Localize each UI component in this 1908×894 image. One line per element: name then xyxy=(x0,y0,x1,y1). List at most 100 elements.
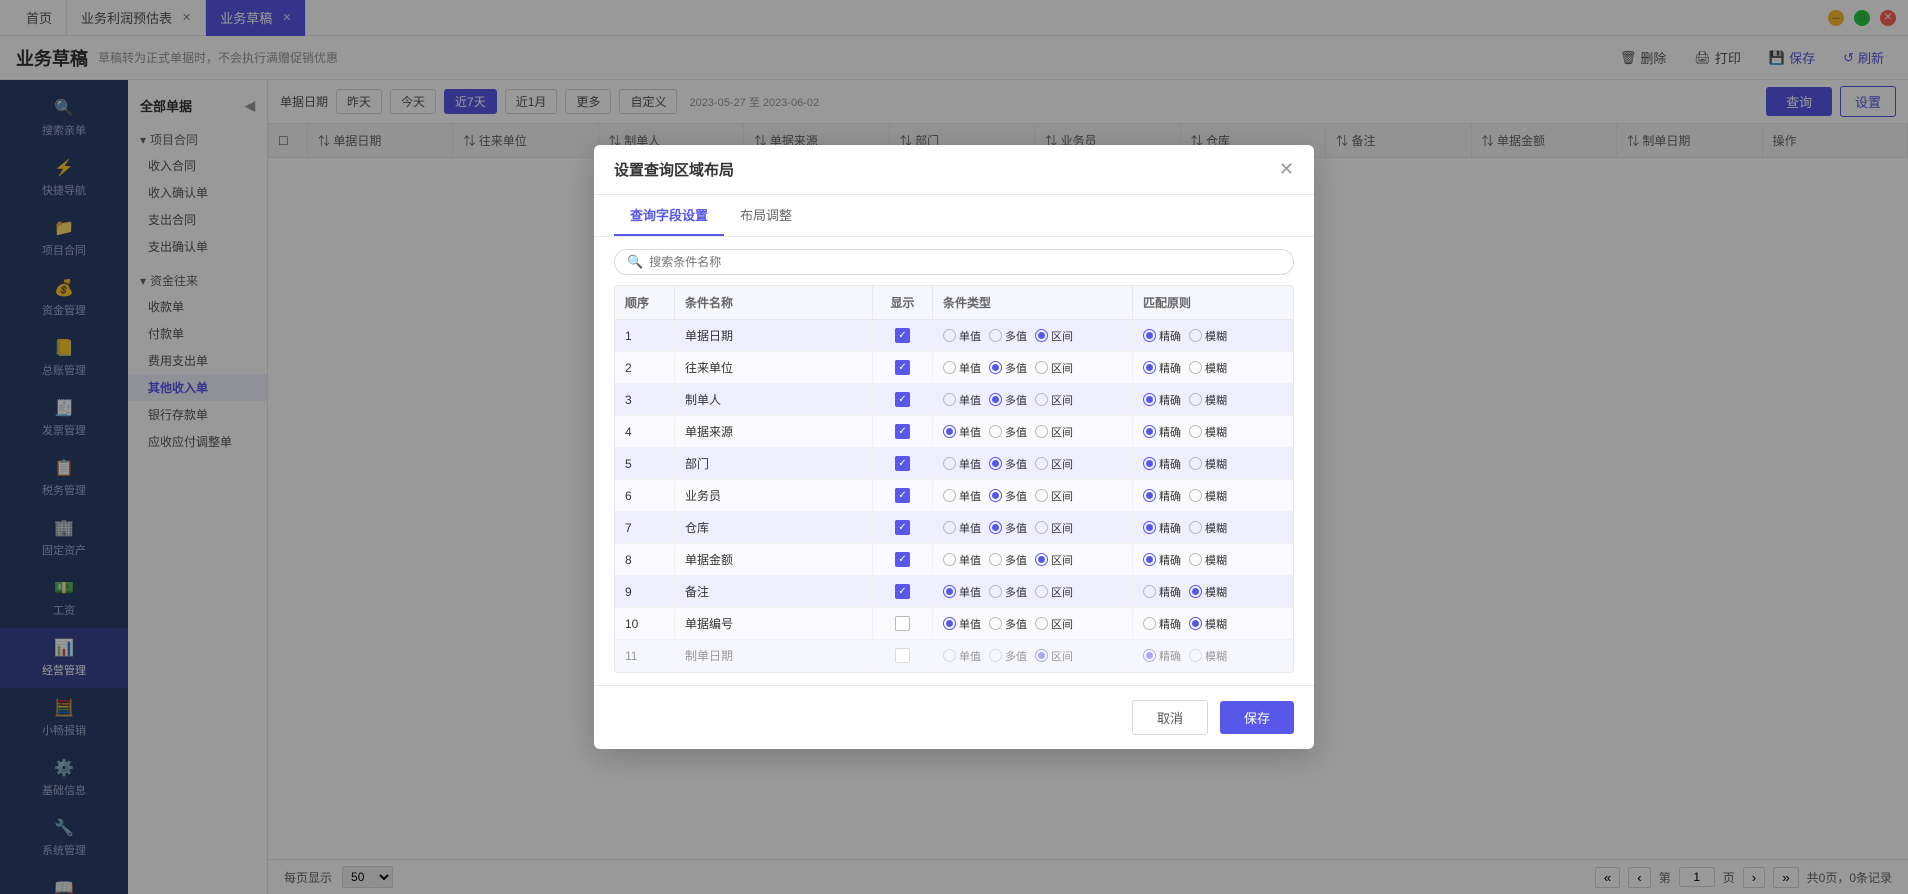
row-6-single[interactable]: 单值 xyxy=(943,488,981,504)
settings-table-header: 顺序 条件名称 显示 条件类型 匹配原则 xyxy=(615,286,1293,320)
row-1-multi[interactable]: 多值 xyxy=(989,328,1027,344)
th-show: 显示 xyxy=(873,286,933,319)
row-3-exact[interactable]: 精确 xyxy=(1143,392,1181,408)
row-10-fuzzy[interactable]: 模糊 xyxy=(1189,616,1227,632)
row-9-range[interactable]: 区间 xyxy=(1035,584,1073,600)
row-11-range[interactable]: 区间 xyxy=(1035,648,1073,664)
modal-close-button[interactable]: ✕ xyxy=(1279,159,1294,180)
row-8-checkbox[interactable]: ✓ xyxy=(895,552,910,567)
row-4-show: ✓ xyxy=(873,417,933,446)
row-10-range[interactable]: 区间 xyxy=(1035,616,1073,632)
row-3-name: 制单人 xyxy=(675,384,873,415)
row-5-fuzzy[interactable]: 模糊 xyxy=(1189,456,1227,472)
row-10-checkbox[interactable] xyxy=(895,616,910,631)
modal-tab-layout[interactable]: 布局调整 xyxy=(724,195,808,236)
row-7-single[interactable]: 单值 xyxy=(943,520,981,536)
modal-save-button[interactable]: 保存 xyxy=(1220,701,1294,734)
row-1-type-group: 单值 多值 区间 xyxy=(943,328,1073,344)
row-7-fuzzy[interactable]: 模糊 xyxy=(1189,520,1227,536)
row-5-exact[interactable]: 精确 xyxy=(1143,456,1181,472)
row-1-single[interactable]: 单值 xyxy=(943,328,981,344)
row-2-fuzzy[interactable]: 模糊 xyxy=(1189,360,1227,376)
row-2-single[interactable]: 单值 xyxy=(943,360,981,376)
row-11-order: 11 xyxy=(615,642,675,670)
row-4-name: 单据来源 xyxy=(675,416,873,447)
row-11-multi[interactable]: 多值 xyxy=(989,648,1027,664)
table-row: 9 备注 ✓ 单值 多值 区间 精确 xyxy=(615,576,1293,608)
row-11-checkbox[interactable] xyxy=(895,648,910,663)
row-8-multi[interactable]: 多值 xyxy=(989,552,1027,568)
row-6-exact[interactable]: 精确 xyxy=(1143,488,1181,504)
row-4-fuzzy[interactable]: 模糊 xyxy=(1189,424,1227,440)
row-7-range[interactable]: 区间 xyxy=(1035,520,1073,536)
row-2-range[interactable]: 区间 xyxy=(1035,360,1073,376)
row-7-multi[interactable]: 多值 xyxy=(989,520,1027,536)
row-9-multi[interactable]: 多值 xyxy=(989,584,1027,600)
row-1-checkbox[interactable]: ✓ xyxy=(895,328,910,343)
row-5-range[interactable]: 区间 xyxy=(1035,456,1073,472)
row-2-exact[interactable]: 精确 xyxy=(1143,360,1181,376)
row-10-multi[interactable]: 多值 xyxy=(989,616,1027,632)
row-1-match-group: 精确 模糊 xyxy=(1143,328,1227,344)
row-4-type: 单值 多值 区间 xyxy=(933,417,1133,447)
row-8-exact[interactable]: 精确 xyxy=(1143,552,1181,568)
row-8-name: 单据金额 xyxy=(675,544,873,575)
row-11-exact[interactable]: 精确 xyxy=(1143,648,1181,664)
row-6-multi[interactable]: 多值 xyxy=(989,488,1027,504)
row-2-checkbox[interactable]: ✓ xyxy=(895,360,910,375)
row-8-single[interactable]: 单值 xyxy=(943,552,981,568)
table-row: 4 单据来源 ✓ 单值 多值 区间 精确 xyxy=(615,416,1293,448)
row-11-fuzzy[interactable]: 模糊 xyxy=(1189,648,1227,664)
row-8-fuzzy[interactable]: 模糊 xyxy=(1189,552,1227,568)
row-1-fuzzy[interactable]: 模糊 xyxy=(1189,328,1227,344)
row-7-checkbox[interactable]: ✓ xyxy=(895,520,910,535)
th-match-rule: 匹配原则 xyxy=(1133,286,1293,319)
modal-footer: 取消 保存 xyxy=(594,685,1314,749)
modal-title: 设置查询区域布局 xyxy=(614,159,734,180)
row-5-checkbox[interactable]: ✓ xyxy=(895,456,910,471)
row-3-fuzzy[interactable]: 模糊 xyxy=(1189,392,1227,408)
row-9-checkbox[interactable]: ✓ xyxy=(895,584,910,599)
row-1-exact[interactable]: 精确 xyxy=(1143,328,1181,344)
row-4-single[interactable]: 单值 xyxy=(943,424,981,440)
row-7-exact[interactable]: 精确 xyxy=(1143,520,1181,536)
row-10-single[interactable]: 单值 xyxy=(943,616,981,632)
row-3-match: 精确 模糊 xyxy=(1133,385,1293,415)
row-3-range[interactable]: 区间 xyxy=(1035,392,1073,408)
row-1-show: ✓ xyxy=(873,321,933,350)
cancel-button[interactable]: 取消 xyxy=(1132,700,1208,735)
row-11-single[interactable]: 单值 xyxy=(943,648,981,664)
row-3-multi[interactable]: 多值 xyxy=(989,392,1027,408)
row-6-checkbox[interactable]: ✓ xyxy=(895,488,910,503)
row-6-type: 单值 多值 区间 xyxy=(933,481,1133,511)
row-10-exact[interactable]: 精确 xyxy=(1143,616,1181,632)
modal-tab-query[interactable]: 查询字段设置 xyxy=(614,195,724,236)
row-5-single[interactable]: 单值 xyxy=(943,456,981,472)
row-3-show: ✓ xyxy=(873,385,933,414)
table-row: 10 单据编号 单值 多值 区间 精确 xyxy=(615,608,1293,640)
row-6-range[interactable]: 区间 xyxy=(1035,488,1073,504)
modal-search-input[interactable] xyxy=(649,255,849,269)
row-4-range[interactable]: 区间 xyxy=(1035,424,1073,440)
row-2-multi[interactable]: 多值 xyxy=(989,360,1027,376)
row-3-single[interactable]: 单值 xyxy=(943,392,981,408)
row-4-exact[interactable]: 精确 xyxy=(1143,424,1181,440)
row-8-order: 8 xyxy=(615,546,675,574)
row-1-name: 单据日期 xyxy=(675,320,873,351)
row-1-range[interactable]: 区间 xyxy=(1035,328,1073,344)
row-3-type: 单值 多值 区间 xyxy=(933,385,1133,415)
th-condition-name: 条件名称 xyxy=(675,286,873,319)
row-2-name: 往来单位 xyxy=(675,352,873,383)
row-3-checkbox[interactable]: ✓ xyxy=(895,392,910,407)
row-6-name: 业务员 xyxy=(675,480,873,511)
row-9-single[interactable]: 单值 xyxy=(943,584,981,600)
row-9-fuzzy[interactable]: 模糊 xyxy=(1189,584,1227,600)
row-5-order: 5 xyxy=(615,450,675,478)
row-6-fuzzy[interactable]: 模糊 xyxy=(1189,488,1227,504)
row-5-multi[interactable]: 多值 xyxy=(989,456,1027,472)
modal-overlay[interactable]: 设置查询区域布局 ✕ 查询字段设置 布局调整 🔍 顺序 条件名称 显示 条件类型… xyxy=(0,0,1908,894)
row-4-checkbox[interactable]: ✓ xyxy=(895,424,910,439)
row-8-range[interactable]: 区间 xyxy=(1035,552,1073,568)
row-4-multi[interactable]: 多值 xyxy=(989,424,1027,440)
row-9-exact[interactable]: 精确 xyxy=(1143,584,1181,600)
